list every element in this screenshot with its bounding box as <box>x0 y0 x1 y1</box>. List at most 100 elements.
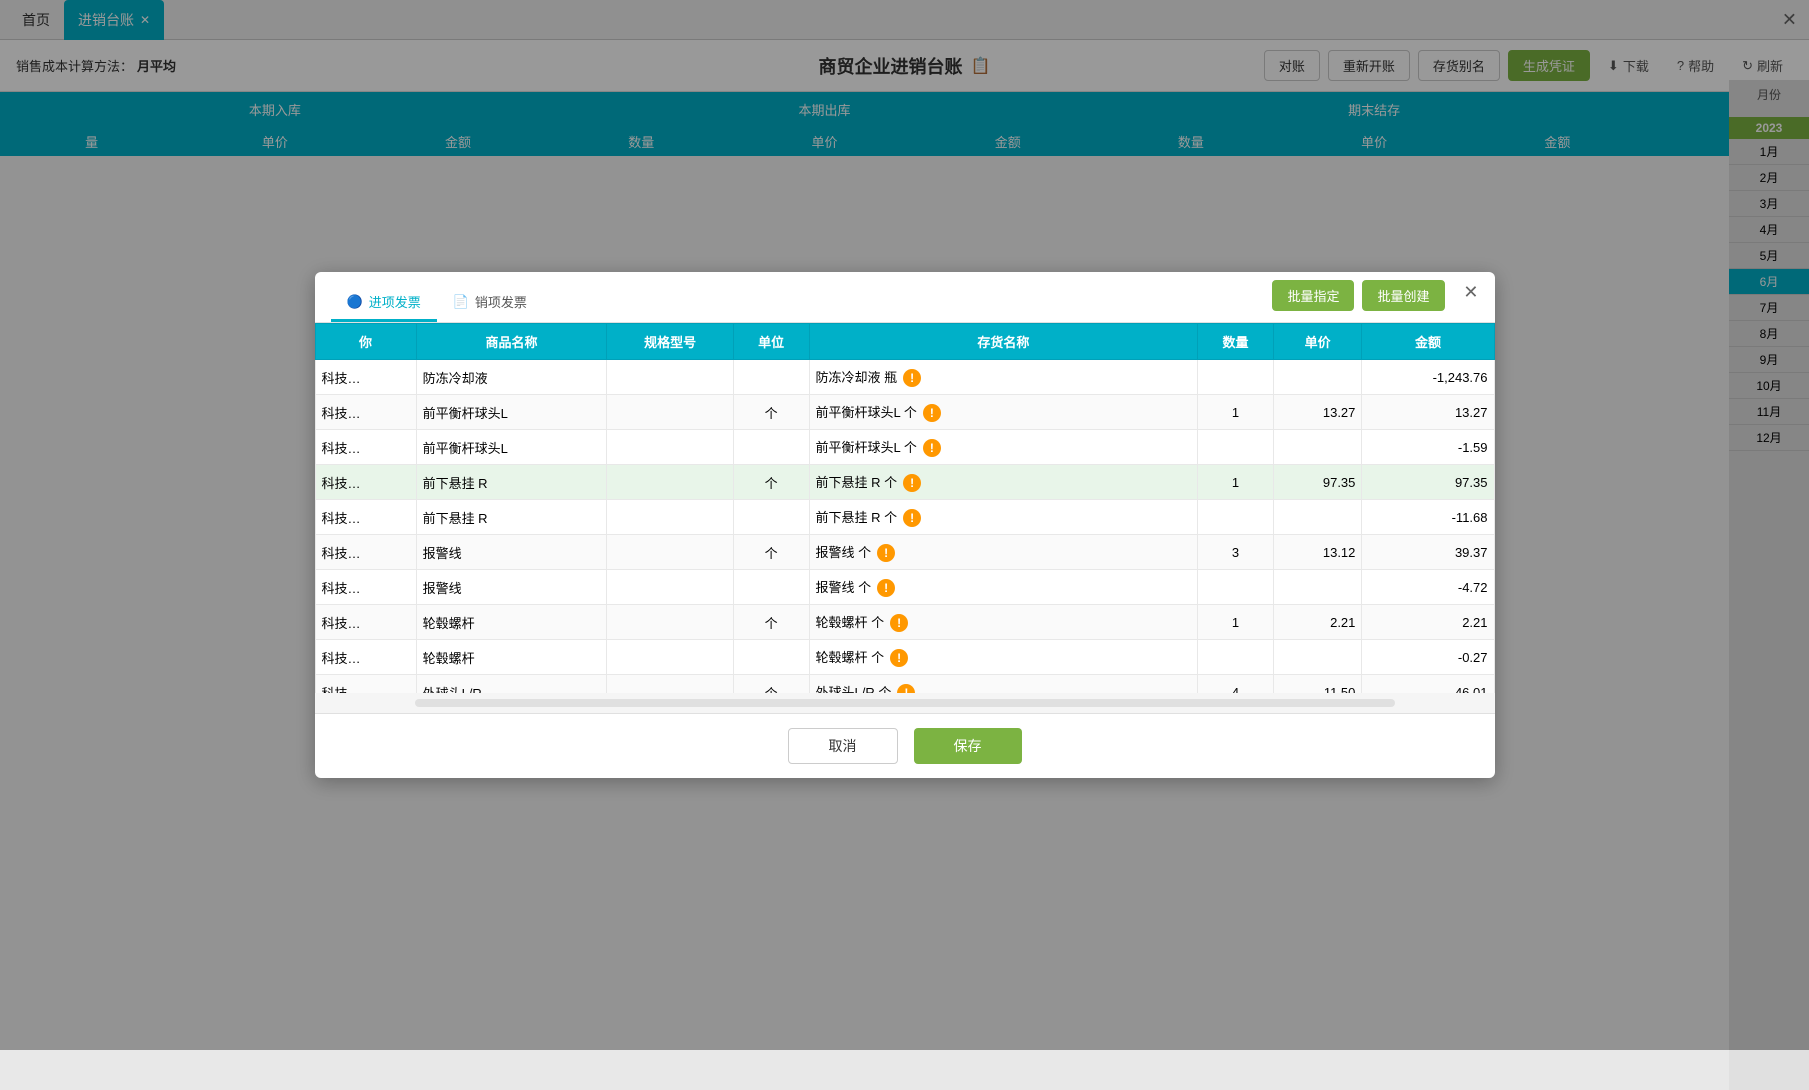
table-cell: 防冻冷却液 <box>416 360 607 395</box>
col-spec: 规格型号 <box>607 324 733 360</box>
table-cell <box>607 640 733 675</box>
table-cell: 11.50 <box>1273 675 1361 694</box>
table-cell: 科技… <box>315 465 416 500</box>
table-cell: -0.27 <box>1362 640 1494 675</box>
warning-icon[interactable]: ! <box>923 404 941 422</box>
save-button[interactable]: 保存 <box>914 728 1022 764</box>
table-cell <box>1273 640 1361 675</box>
table-cell <box>1273 500 1361 535</box>
inventory-cell: 轮毂螺杆 个! <box>809 640 1198 675</box>
warning-icon[interactable]: ! <box>890 614 908 632</box>
table-cell: 个 <box>733 465 809 500</box>
table-cell: 1 <box>1198 395 1274 430</box>
table-cell: 个 <box>733 675 809 694</box>
table-cell <box>607 570 733 605</box>
table-cell: 46.01 <box>1362 675 1494 694</box>
col-unit: 单位 <box>733 324 809 360</box>
modal-body: 你 商品名称 规格型号 单位 存货名称 数量 单价 金额 科技…防冻冷 <box>315 323 1495 713</box>
table-cell: -11.68 <box>1362 500 1494 535</box>
table-cell <box>1273 570 1361 605</box>
table-cell <box>733 570 809 605</box>
table-cell: 39.37 <box>1362 535 1494 570</box>
cancel-button[interactable]: 取消 <box>788 728 898 764</box>
tab-outgoing-invoice[interactable]: 📄 销项发票 <box>437 284 543 322</box>
batch-assign-button[interactable]: 批量指定 <box>1272 280 1354 311</box>
modal-close-button[interactable]: ✕ <box>1463 282 1478 303</box>
incoming-icon: 🔵 <box>347 294 363 310</box>
warning-icon[interactable]: ! <box>877 544 895 562</box>
table-cell: 2.21 <box>1362 605 1494 640</box>
table-cell: 前平衡杆球头L <box>416 395 607 430</box>
table-row: 科技…防冻冷却液防冻冷却液 瓶!-1,243.76 <box>315 360 1494 395</box>
table-cell: -1.59 <box>1362 430 1494 465</box>
modal-footer: 取消 保存 <box>315 713 1495 778</box>
table-cell <box>1273 360 1361 395</box>
table-cell <box>733 640 809 675</box>
batch-create-button[interactable]: 批量创建 <box>1362 280 1444 311</box>
table-cell: 轮毂螺杆 <box>416 640 607 675</box>
table-cell <box>607 535 733 570</box>
warning-icon[interactable]: ! <box>923 439 941 457</box>
table-row: 科技…报警线报警线 个!-4.72 <box>315 570 1494 605</box>
table-cell: 科技… <box>315 605 416 640</box>
table-cell: 科技… <box>315 500 416 535</box>
warning-icon[interactable]: ! <box>877 579 895 597</box>
modal-dialog: 🔵 进项发票 📄 销项发票 批量指定 批量创建 ✕ <box>315 272 1495 778</box>
tab-incoming-invoice[interactable]: 🔵 进项发票 <box>331 284 437 322</box>
table-cell <box>607 360 733 395</box>
table-cell <box>607 500 733 535</box>
table-cell: 4 <box>1198 675 1274 694</box>
table-cell: 13.27 <box>1362 395 1494 430</box>
table-cell <box>607 430 733 465</box>
main-area: 销售成本计算方法： 月平均 商贸企业进销台账 📋 对账 重新开账 存货别名 生成… <box>0 40 1809 1050</box>
warning-icon[interactable]: ! <box>903 369 921 387</box>
table-row: 科技…前下悬挂 R 前下悬挂 R 个! -11.68 <box>315 500 1494 535</box>
table-row: 科技…轮毂螺杆个轮毂螺杆 个!12.212.21 <box>315 605 1494 640</box>
table-cell: 科技… <box>315 675 416 694</box>
table-cell: 科技… <box>315 570 416 605</box>
table-cell: 外球头L/R <box>416 675 607 694</box>
col-qty: 数量 <box>1198 324 1274 360</box>
table-cell: 2.21 <box>1273 605 1361 640</box>
table-cell: 科技… <box>315 640 416 675</box>
inventory-cell: 前平衡杆球头L 个! <box>809 395 1198 430</box>
table-cell: 科技… <box>315 395 416 430</box>
table-cell <box>607 465 733 500</box>
table-cell <box>607 675 733 694</box>
table-cell: 13.12 <box>1273 535 1361 570</box>
inventory-cell: 防冻冷却液 瓶! <box>809 360 1198 395</box>
warning-icon[interactable]: ! <box>897 684 915 693</box>
table-row: 科技…前平衡杆球头L前平衡杆球头L 个!-1.59 <box>315 430 1494 465</box>
table-cell: 科技… <box>315 360 416 395</box>
table-cell <box>1198 640 1274 675</box>
inventory-cell: 报警线 个! <box>809 535 1198 570</box>
inventory-cell: 外球头L/R 个! <box>809 675 1198 694</box>
invoice-table-wrapper[interactable]: 你 商品名称 规格型号 单位 存货名称 数量 单价 金额 科技…防冻冷 <box>315 323 1495 693</box>
scrollbar-thumb[interactable] <box>415 699 1395 707</box>
table-cell: 前平衡杆球头L <box>416 430 607 465</box>
table-cell <box>1198 500 1274 535</box>
table-cell: 13.27 <box>1273 395 1361 430</box>
table-row: 科技…外球头L/R 个外球头L/R 个!411.5046.01 <box>315 675 1494 694</box>
table-cell: 97.35 <box>1362 465 1494 500</box>
warning-icon[interactable]: ! <box>903 509 921 527</box>
table-cell: 1 <box>1198 465 1274 500</box>
warning-icon[interactable]: ! <box>903 474 921 492</box>
table-cell: 97.35 <box>1273 465 1361 500</box>
horizontal-scrollbar[interactable] <box>315 693 1495 713</box>
table-cell <box>733 430 809 465</box>
table-cell: 个 <box>733 535 809 570</box>
col-price: 单价 <box>1273 324 1361 360</box>
warning-icon[interactable]: ! <box>890 649 908 667</box>
inventory-cell: 前下悬挂 R 个! <box>809 465 1198 500</box>
inventory-cell: 前下悬挂 R 个! <box>809 500 1198 535</box>
inventory-cell: 轮毂螺杆 个! <box>809 605 1198 640</box>
table-cell: 个 <box>733 605 809 640</box>
table-cell: -4.72 <box>1362 570 1494 605</box>
table-row: 科技…轮毂螺杆 轮毂螺杆 个! -0.27 <box>315 640 1494 675</box>
col-vendor: 你 <box>315 324 416 360</box>
table-cell: 科技… <box>315 430 416 465</box>
table-cell: 前下悬挂 R <box>416 500 607 535</box>
table-cell: 科技… <box>315 535 416 570</box>
modal-overlay: 🔵 进项发票 📄 销项发票 批量指定 批量创建 ✕ <box>0 0 1809 1050</box>
